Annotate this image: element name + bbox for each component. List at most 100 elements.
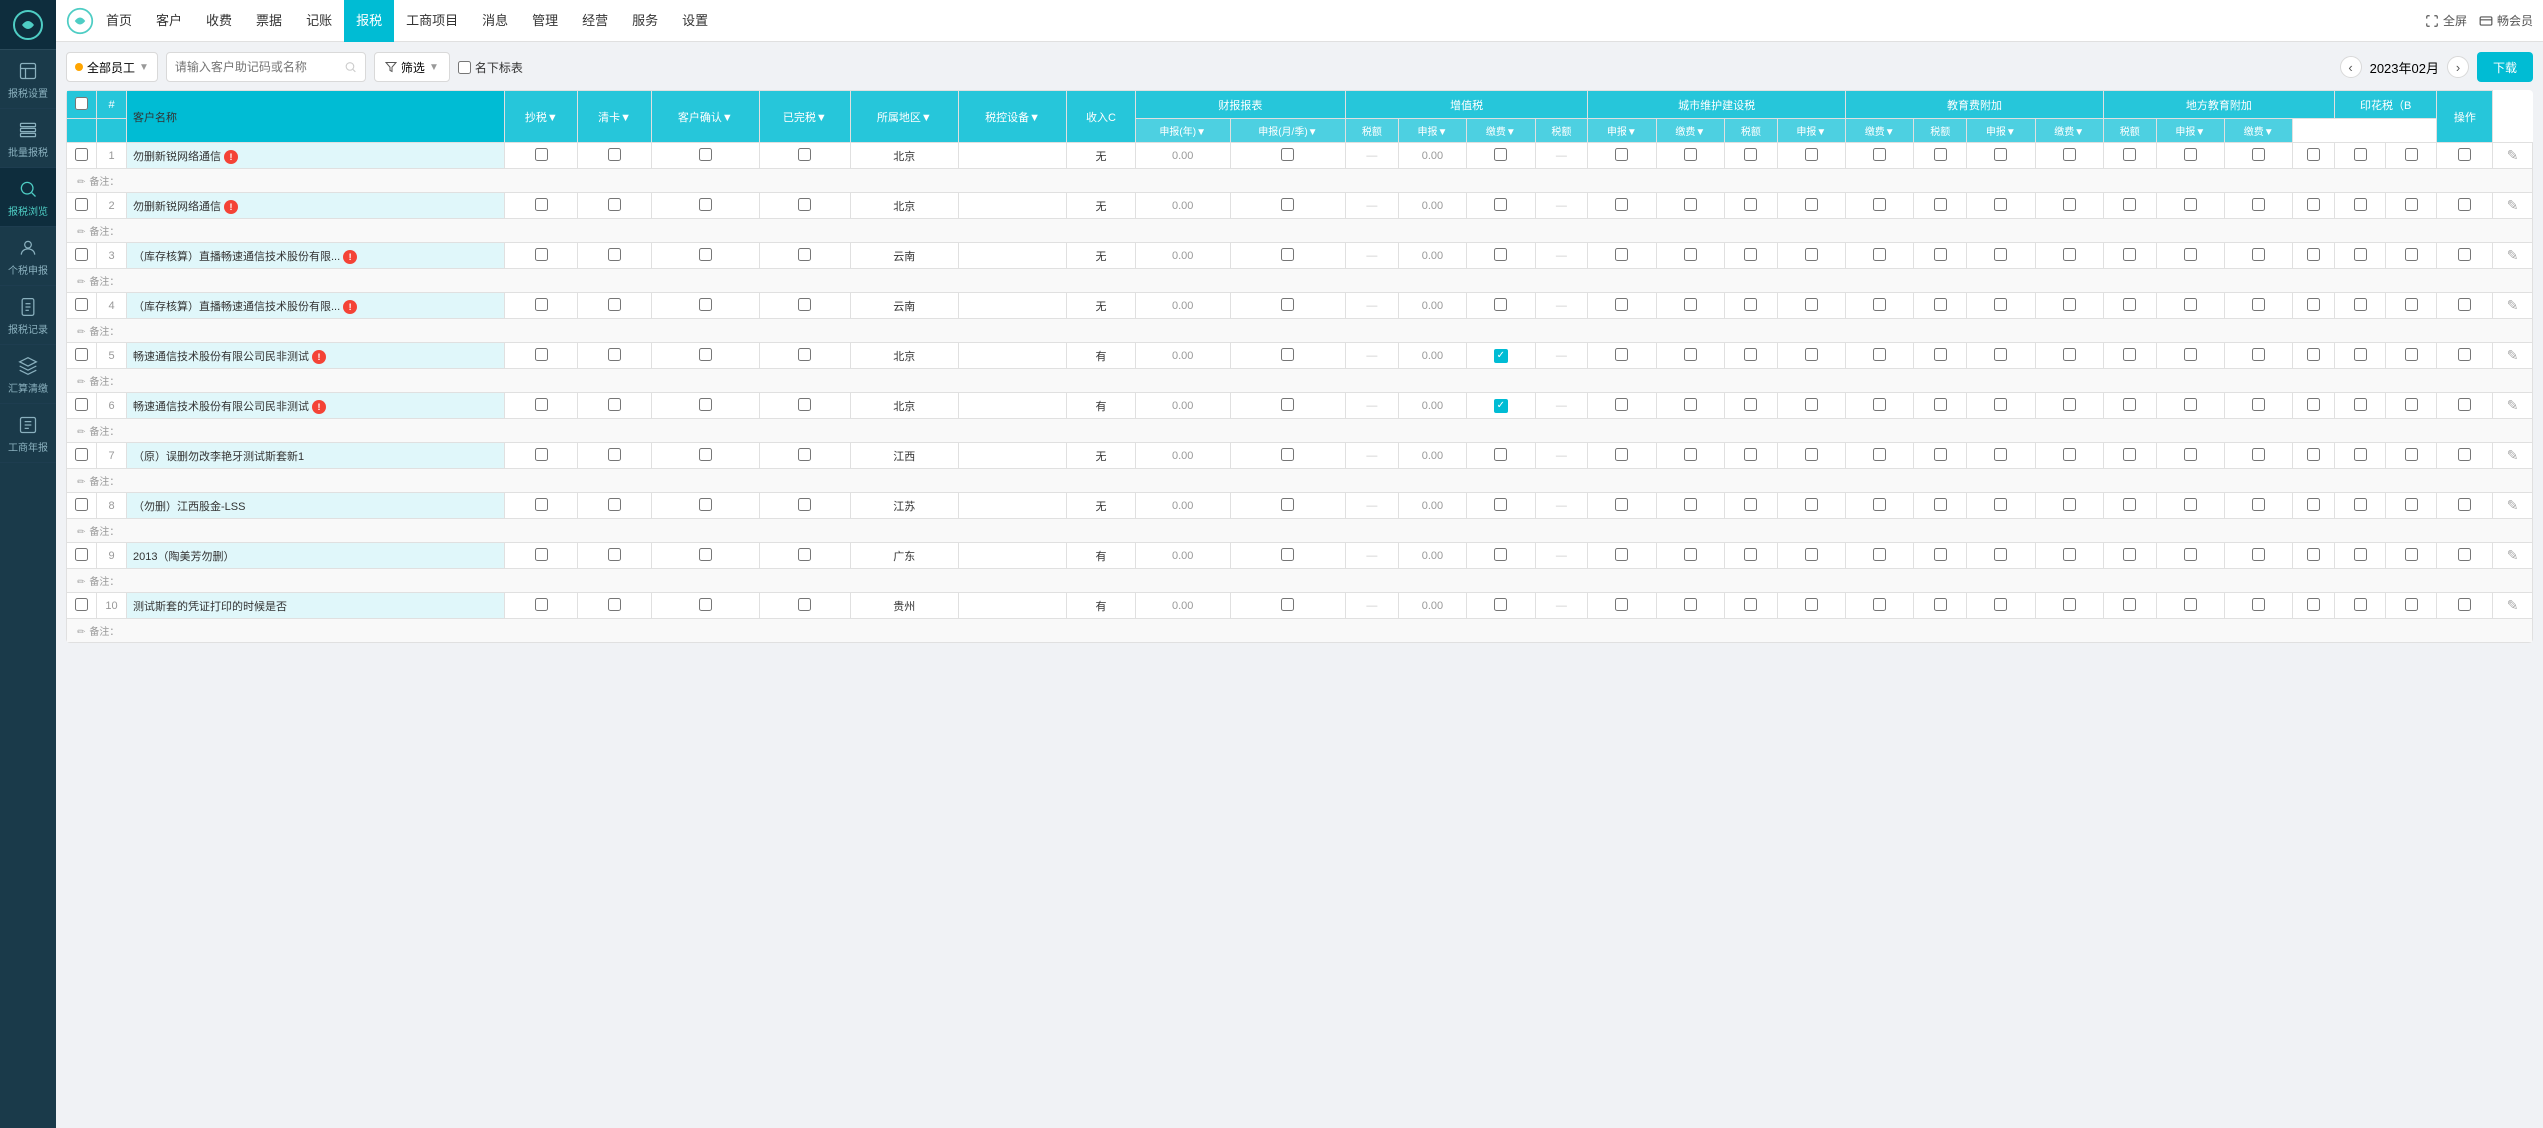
city-amount2-cell[interactable]	[1777, 593, 1845, 619]
vat-declare-cell[interactable]	[1467, 543, 1535, 569]
vat-declare-cell[interactable]	[1467, 293, 1535, 319]
sidebar-item-personal-tax[interactable]: 个税申报	[0, 227, 56, 286]
local-pay-cell[interactable]	[2293, 393, 2334, 419]
clear-card-cell[interactable]	[578, 143, 651, 169]
row-checkbox-cell[interactable]	[67, 393, 97, 419]
city-amount-cell[interactable]	[1588, 443, 1656, 469]
edu-declare-cell[interactable]	[1846, 143, 1914, 169]
city-pay-cell[interactable]	[1725, 493, 1778, 519]
prev-month-btn[interactable]: ‹	[2340, 56, 2362, 78]
local-amount2-cell[interactable]	[2334, 593, 2385, 619]
edu-pay-cell[interactable]	[1914, 243, 1967, 269]
report-year-cell[interactable]	[1230, 593, 1345, 619]
local-amount2-cell[interactable]	[2334, 543, 2385, 569]
stamp-declare-cell[interactable]	[2386, 593, 2437, 619]
edu-amount2-cell[interactable]	[1967, 443, 2035, 469]
edit-icon[interactable]: ✎	[2507, 397, 2519, 413]
stamp-pay-cell[interactable]	[2437, 243, 2493, 269]
vat-declare-cell[interactable]	[1467, 243, 1535, 269]
filter-button[interactable]: 筛选 ▼	[374, 52, 450, 82]
copy-tax-cell[interactable]	[505, 443, 578, 469]
paid-cell[interactable]	[759, 393, 850, 419]
select-all-checkbox[interactable]	[75, 97, 88, 110]
edu-amount2-cell[interactable]	[1967, 343, 2035, 369]
copy-tax-cell[interactable]	[505, 193, 578, 219]
local-pay-cell[interactable]	[2293, 143, 2334, 169]
vat-declare-cell[interactable]	[1467, 343, 1535, 369]
local-pay-cell[interactable]	[2293, 543, 2334, 569]
city-amount-cell[interactable]	[1588, 193, 1656, 219]
nav-operation[interactable]: 经营	[570, 0, 620, 42]
paid-cell[interactable]	[759, 293, 850, 319]
paid-cell[interactable]	[759, 543, 850, 569]
edu-pay2-cell[interactable]	[2103, 343, 2156, 369]
local-amount2-cell[interactable]	[2334, 293, 2385, 319]
row-checkbox-cell[interactable]	[67, 243, 97, 269]
edu-declare2-cell[interactable]	[2035, 443, 2103, 469]
edu-declare2-cell[interactable]	[2035, 193, 2103, 219]
next-month-btn[interactable]: ›	[2447, 56, 2469, 78]
stamp-pay-cell[interactable]	[2437, 393, 2493, 419]
row-checkbox-cell[interactable]	[67, 343, 97, 369]
edit-icon[interactable]: ✎	[2507, 297, 2519, 313]
city-declare-cell[interactable]	[1656, 543, 1724, 569]
city-amount2-cell[interactable]	[1777, 193, 1845, 219]
stamp-declare-cell[interactable]	[2386, 443, 2437, 469]
sidebar-item-tax-settings[interactable]: 报税设置	[0, 50, 56, 109]
local-amount-cell[interactable]	[2156, 593, 2224, 619]
confirm-cell[interactable]	[651, 343, 759, 369]
nav-manage[interactable]: 管理	[520, 0, 570, 42]
sidebar-item-batch-tax[interactable]: 批量报税	[0, 109, 56, 168]
local-declare-cell[interactable]	[2225, 243, 2293, 269]
row-checkbox[interactable]	[75, 348, 88, 361]
row-checkbox-cell[interactable]	[67, 543, 97, 569]
city-amount2-cell[interactable]	[1777, 393, 1845, 419]
local-amount2-cell[interactable]	[2334, 443, 2385, 469]
local-pay-cell[interactable]	[2293, 193, 2334, 219]
row-checkbox-cell[interactable]	[67, 143, 97, 169]
copy-tax-cell[interactable]	[505, 243, 578, 269]
city-amount2-cell[interactable]	[1777, 243, 1845, 269]
local-amount-cell[interactable]	[2156, 493, 2224, 519]
vat-declare-cell[interactable]	[1467, 443, 1535, 469]
nav-home[interactable]: 首页	[94, 0, 144, 42]
paid-cell[interactable]	[759, 243, 850, 269]
confirm-cell[interactable]	[651, 243, 759, 269]
local-amount-cell[interactable]	[2156, 143, 2224, 169]
row-checkbox[interactable]	[75, 398, 88, 411]
local-declare-cell[interactable]	[2225, 543, 2293, 569]
edit-cell[interactable]: ✎	[2493, 193, 2533, 219]
row-checkbox-cell[interactable]	[67, 443, 97, 469]
edit-cell[interactable]: ✎	[2493, 543, 2533, 569]
city-amount-cell[interactable]	[1588, 593, 1656, 619]
search-input[interactable]	[175, 60, 344, 74]
local-pay-cell[interactable]	[2293, 493, 2334, 519]
edu-declare-cell[interactable]	[1846, 593, 1914, 619]
edu-declare-cell[interactable]	[1846, 243, 1914, 269]
city-amount-cell[interactable]	[1588, 243, 1656, 269]
edit-cell[interactable]: ✎	[2493, 143, 2533, 169]
local-declare-cell[interactable]	[2225, 343, 2293, 369]
edu-declare2-cell[interactable]	[2035, 493, 2103, 519]
edu-declare-cell[interactable]	[1846, 343, 1914, 369]
copy-tax-cell[interactable]	[505, 393, 578, 419]
nav-accounting[interactable]: 记账	[294, 0, 344, 42]
city-declare-cell[interactable]	[1656, 293, 1724, 319]
city-pay-cell[interactable]	[1725, 543, 1778, 569]
employee-filter-select[interactable]: 全部员工 ▼	[66, 52, 158, 82]
confirm-cell[interactable]	[651, 393, 759, 419]
edu-pay2-cell[interactable]	[2103, 493, 2156, 519]
stamp-declare-cell[interactable]	[2386, 393, 2437, 419]
city-amount-cell[interactable]	[1588, 143, 1656, 169]
stamp-pay-cell[interactable]	[2437, 443, 2493, 469]
edu-declare-cell[interactable]	[1846, 543, 1914, 569]
clear-card-cell[interactable]	[578, 343, 651, 369]
edu-amount2-cell[interactable]	[1967, 243, 2035, 269]
vat-declare-cell[interactable]	[1467, 193, 1535, 219]
city-amount2-cell[interactable]	[1777, 543, 1845, 569]
edu-amount2-cell[interactable]	[1967, 393, 2035, 419]
stamp-declare-cell[interactable]	[2386, 543, 2437, 569]
city-pay-cell[interactable]	[1725, 193, 1778, 219]
report-year-cell[interactable]	[1230, 193, 1345, 219]
member-btn[interactable]: 畅会员	[2479, 12, 2533, 29]
